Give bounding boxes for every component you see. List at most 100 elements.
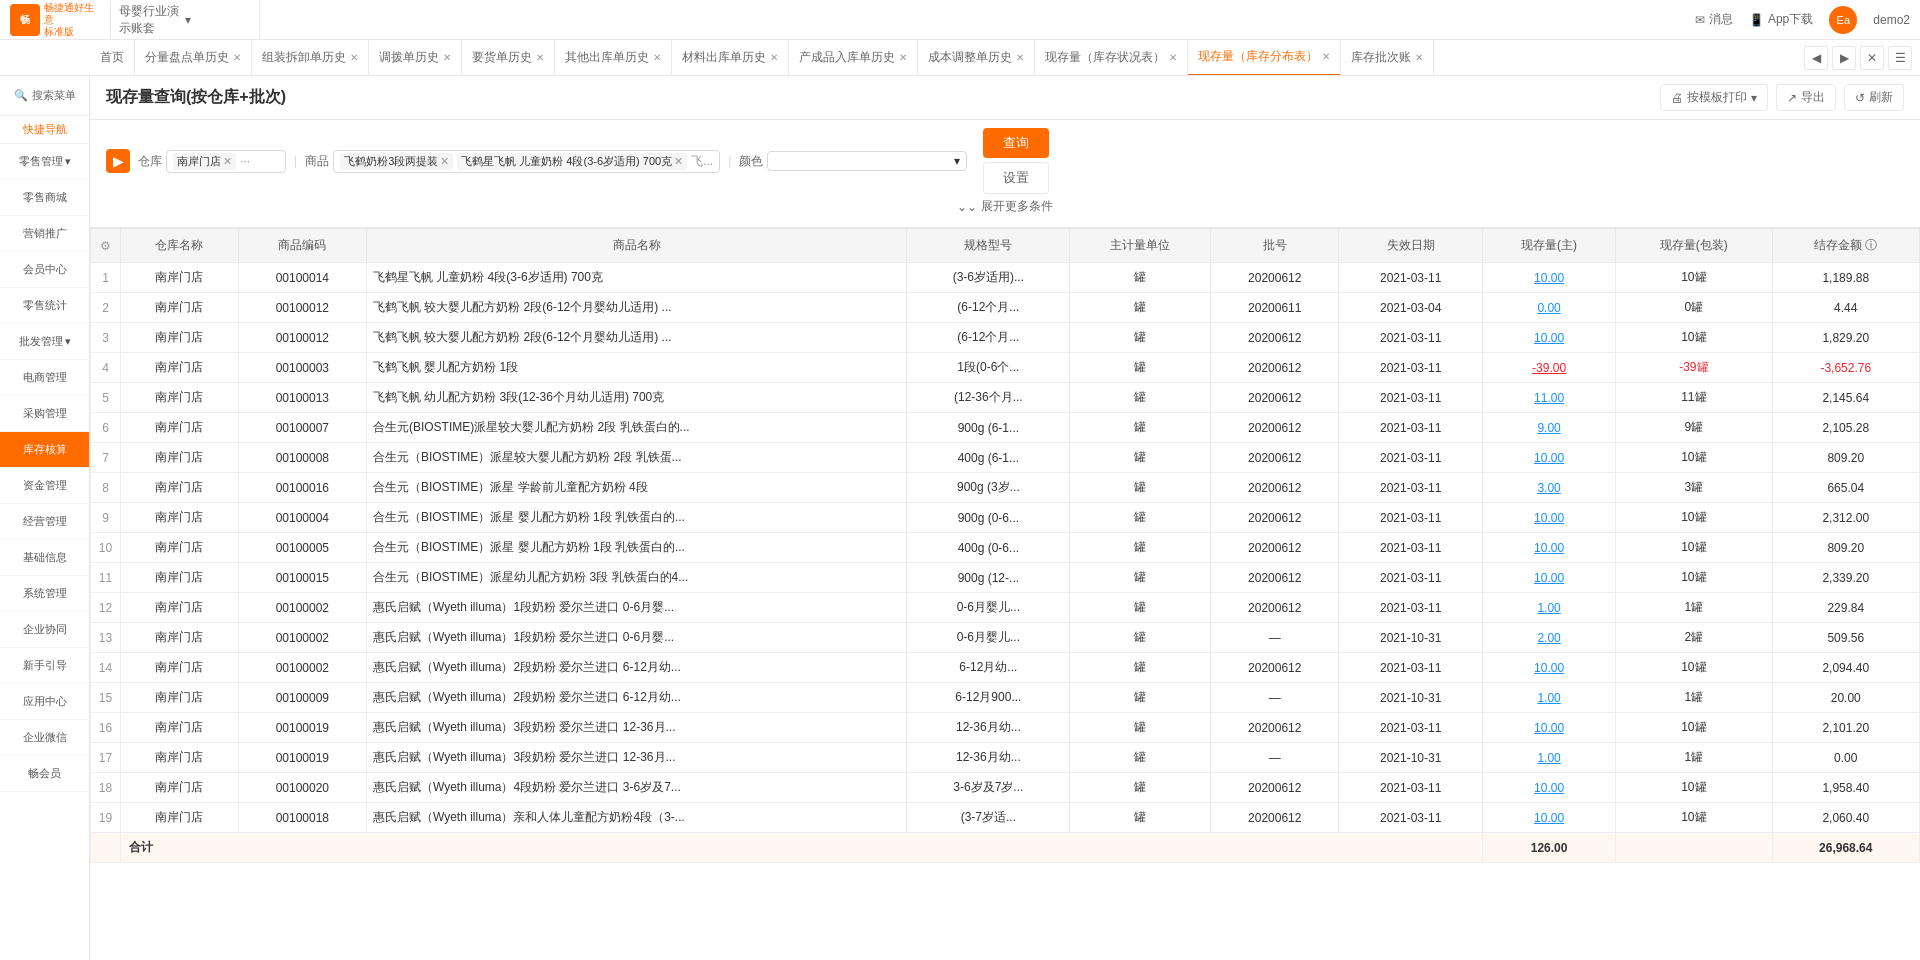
warehouse-tag-close-1[interactable]: ✕ bbox=[223, 155, 232, 168]
tab-close-stock-dist[interactable]: ✕ bbox=[1322, 51, 1330, 62]
tab-stock-status[interactable]: 现存量（库存状况表） ✕ bbox=[1035, 40, 1188, 76]
tab-disassemble-history[interactable]: 组装拆卸单历史 ✕ bbox=[252, 40, 369, 76]
cell-stock-main[interactable]: 3.00 bbox=[1482, 473, 1615, 503]
tab-request-history[interactable]: 要货单历史 ✕ bbox=[462, 40, 555, 76]
sidebar-item-purchase[interactable]: 采购管理 bbox=[0, 396, 89, 432]
settings-btn[interactable]: 设置 bbox=[983, 162, 1049, 194]
tabs-close-all-btn[interactable]: ✕ bbox=[1860, 46, 1884, 70]
sidebar-item-shop[interactable]: 零售商城 bbox=[0, 180, 89, 216]
cell-stock-main[interactable]: 2.00 bbox=[1482, 623, 1615, 653]
tab-close-other-out[interactable]: ✕ bbox=[653, 52, 661, 63]
tab-close-disassemble[interactable]: ✕ bbox=[350, 52, 358, 63]
tab-close-material-out[interactable]: ✕ bbox=[770, 52, 778, 63]
tabs-left-btn[interactable]: ◀ bbox=[1804, 46, 1828, 70]
workspace-selector[interactable]: 母婴行业演示账套 ▾ bbox=[110, 0, 260, 42]
cell-stock-main[interactable]: 10.00 bbox=[1482, 713, 1615, 743]
tab-product-in-history[interactable]: 产成品入库单历史 ✕ bbox=[789, 40, 918, 76]
cell-stock-main[interactable]: 1.00 bbox=[1482, 743, 1615, 773]
sidebar-item-guide[interactable]: 新手引导 bbox=[0, 648, 89, 684]
tab-close-cost-adjust[interactable]: ✕ bbox=[1016, 52, 1024, 63]
tab-close-stock-status[interactable]: ✕ bbox=[1169, 52, 1177, 63]
sidebar-item-member[interactable]: 会员中心 bbox=[0, 252, 89, 288]
tab-batch-account[interactable]: 库存批次账 ✕ bbox=[1341, 40, 1434, 76]
sidebar-item-member2[interactable]: 畅会员 bbox=[0, 756, 89, 792]
th-gear[interactable]: ⚙ bbox=[91, 229, 121, 263]
expand-conditions-btn[interactable]: ⌄⌄ 展开更多条件 bbox=[957, 198, 1053, 215]
sidebar-item-inventory[interactable]: 库存核算 bbox=[0, 432, 89, 468]
sidebar-item-stats[interactable]: 零售统计 bbox=[0, 288, 89, 324]
refresh-btn[interactable]: ↺ 刷新 bbox=[1844, 84, 1904, 111]
cell-stock-main[interactable]: 10.00 bbox=[1482, 533, 1615, 563]
search-toggle-btn[interactable]: ▶ bbox=[106, 149, 130, 173]
cell-stock-main[interactable]: 10.00 bbox=[1482, 443, 1615, 473]
product-tag-close-1[interactable]: ✕ bbox=[440, 155, 449, 168]
sidebar-item-app-center[interactable]: 应用中心 bbox=[0, 684, 89, 720]
cell-stock-main[interactable]: 10.00 bbox=[1482, 653, 1615, 683]
tab-cost-adjust-history[interactable]: 成本调整单历史 ✕ bbox=[918, 40, 1035, 76]
tab-other-out-history[interactable]: 其他出库单历史 ✕ bbox=[555, 40, 672, 76]
color-tags[interactable]: ▾ bbox=[767, 151, 967, 171]
cell-expire: 2021-03-11 bbox=[1339, 533, 1483, 563]
warehouse-tags[interactable]: 南岸门店 ✕ ··· bbox=[166, 150, 286, 173]
product-tag-2: 飞鹤星飞帆 儿童奶粉 4段(3-6岁适用) 700克 ✕ bbox=[457, 153, 687, 170]
tab-close-adjustment[interactable]: ✕ bbox=[443, 52, 451, 63]
tabs-right-btn[interactable]: ▶ bbox=[1832, 46, 1856, 70]
username-label[interactable]: demo2 bbox=[1873, 13, 1910, 27]
cell-stock-main[interactable]: 10.00 bbox=[1482, 563, 1615, 593]
tab-material-out-history[interactable]: 材料出库单历史 ✕ bbox=[672, 40, 789, 76]
sidebar-item-system[interactable]: 系统管理 bbox=[0, 576, 89, 612]
sidebar-item-wechat[interactable]: 企业微信 bbox=[0, 720, 89, 756]
sidebar-item-wholesale[interactable]: 批发管理 ▾ bbox=[0, 324, 89, 360]
quick-nav-label[interactable]: 快捷导航 bbox=[0, 116, 89, 144]
product-more[interactable]: 飞... bbox=[691, 153, 713, 170]
cell-code: 00100012 bbox=[238, 293, 366, 323]
sidebar-item-finance[interactable]: 资金管理 bbox=[0, 468, 89, 504]
sidebar-item-enterprise[interactable]: 企业协同 bbox=[0, 612, 89, 648]
search-menu-btn[interactable]: 🔍 搜索菜单 bbox=[6, 84, 83, 107]
cell-code: 00100002 bbox=[238, 653, 366, 683]
sidebar-item-retail[interactable]: 零售管理 ▾ bbox=[0, 144, 89, 180]
cell-stock-main[interactable]: 1.00 bbox=[1482, 593, 1615, 623]
product-tags[interactable]: 飞鹤奶粉3段两提装 ✕ 飞鹤星飞帆 儿童奶粉 4段(3-6岁适用) 700克 ✕… bbox=[333, 150, 720, 173]
export-btn[interactable]: ↗ 导出 bbox=[1776, 84, 1836, 111]
print-btn[interactable]: 🖨 按模板打印 ▾ bbox=[1660, 84, 1768, 111]
cell-stock-main[interactable]: 9.00 bbox=[1482, 413, 1615, 443]
sidebar-item-business[interactable]: 经营管理 bbox=[0, 504, 89, 540]
cell-stock-main[interactable]: 10.00 bbox=[1482, 323, 1615, 353]
tab-adjustment-history[interactable]: 调拨单历史 ✕ bbox=[369, 40, 462, 76]
cell-stock-main[interactable]: -39.00 bbox=[1482, 353, 1615, 383]
product-tag-close-2[interactable]: ✕ bbox=[674, 155, 683, 168]
cell-stock-main[interactable]: 10.00 bbox=[1482, 263, 1615, 293]
app-download-btn[interactable]: 📱 App下载 bbox=[1749, 11, 1813, 28]
cell-stock-main[interactable]: 0.00 bbox=[1482, 293, 1615, 323]
tab-stock-dist[interactable]: 现存量（库存分布表） ✕ bbox=[1188, 40, 1341, 76]
table-row: 4 南岸门店 00100003 飞鹤飞帆 婴儿配方奶粉 1段 1段(0-6个..… bbox=[91, 353, 1920, 383]
cell-expire: 2021-10-31 bbox=[1339, 683, 1483, 713]
sidebar-item-ecommerce[interactable]: 电商管理 bbox=[0, 360, 89, 396]
cell-spec: 400g (0-6... bbox=[907, 533, 1070, 563]
cell-stock-main[interactable]: 11.00 bbox=[1482, 383, 1615, 413]
sidebar-item-basic[interactable]: 基础信息 bbox=[0, 540, 89, 576]
cell-stock-pack: 1罐 bbox=[1616, 593, 1772, 623]
cell-stock-main[interactable]: 10.00 bbox=[1482, 503, 1615, 533]
cell-stock-main[interactable]: 10.00 bbox=[1482, 773, 1615, 803]
cell-stock-pack: 0罐 bbox=[1616, 293, 1772, 323]
gear-icon[interactable]: ⚙ bbox=[100, 239, 111, 253]
avatar[interactable]: Ea bbox=[1829, 6, 1857, 34]
cell-stock-main[interactable]: 1.00 bbox=[1482, 683, 1615, 713]
message-btn[interactable]: ✉ 消息 bbox=[1695, 11, 1733, 28]
cell-stock-pack: 10罐 bbox=[1616, 533, 1772, 563]
warehouse-more[interactable]: ··· bbox=[240, 154, 250, 168]
sidebar-item-marketing[interactable]: 营销推广 bbox=[0, 216, 89, 252]
tab-home[interactable]: 首页 bbox=[90, 40, 135, 76]
tab-close-request[interactable]: ✕ bbox=[536, 52, 544, 63]
tab-close-product-in[interactable]: ✕ bbox=[899, 52, 907, 63]
cell-amount: -3,652.76 bbox=[1772, 353, 1919, 383]
tab-close-batch-account[interactable]: ✕ bbox=[1415, 52, 1423, 63]
cell-stock-main[interactable]: 10.00 bbox=[1482, 803, 1615, 833]
tabs-menu-btn[interactable]: ☰ bbox=[1888, 46, 1912, 70]
tab-close-split[interactable]: ✕ bbox=[233, 52, 241, 63]
query-btn[interactable]: 查询 bbox=[983, 128, 1049, 158]
tab-split-history[interactable]: 分量盘点单历史 ✕ bbox=[135, 40, 252, 76]
cell-expire: 2021-03-11 bbox=[1339, 473, 1483, 503]
